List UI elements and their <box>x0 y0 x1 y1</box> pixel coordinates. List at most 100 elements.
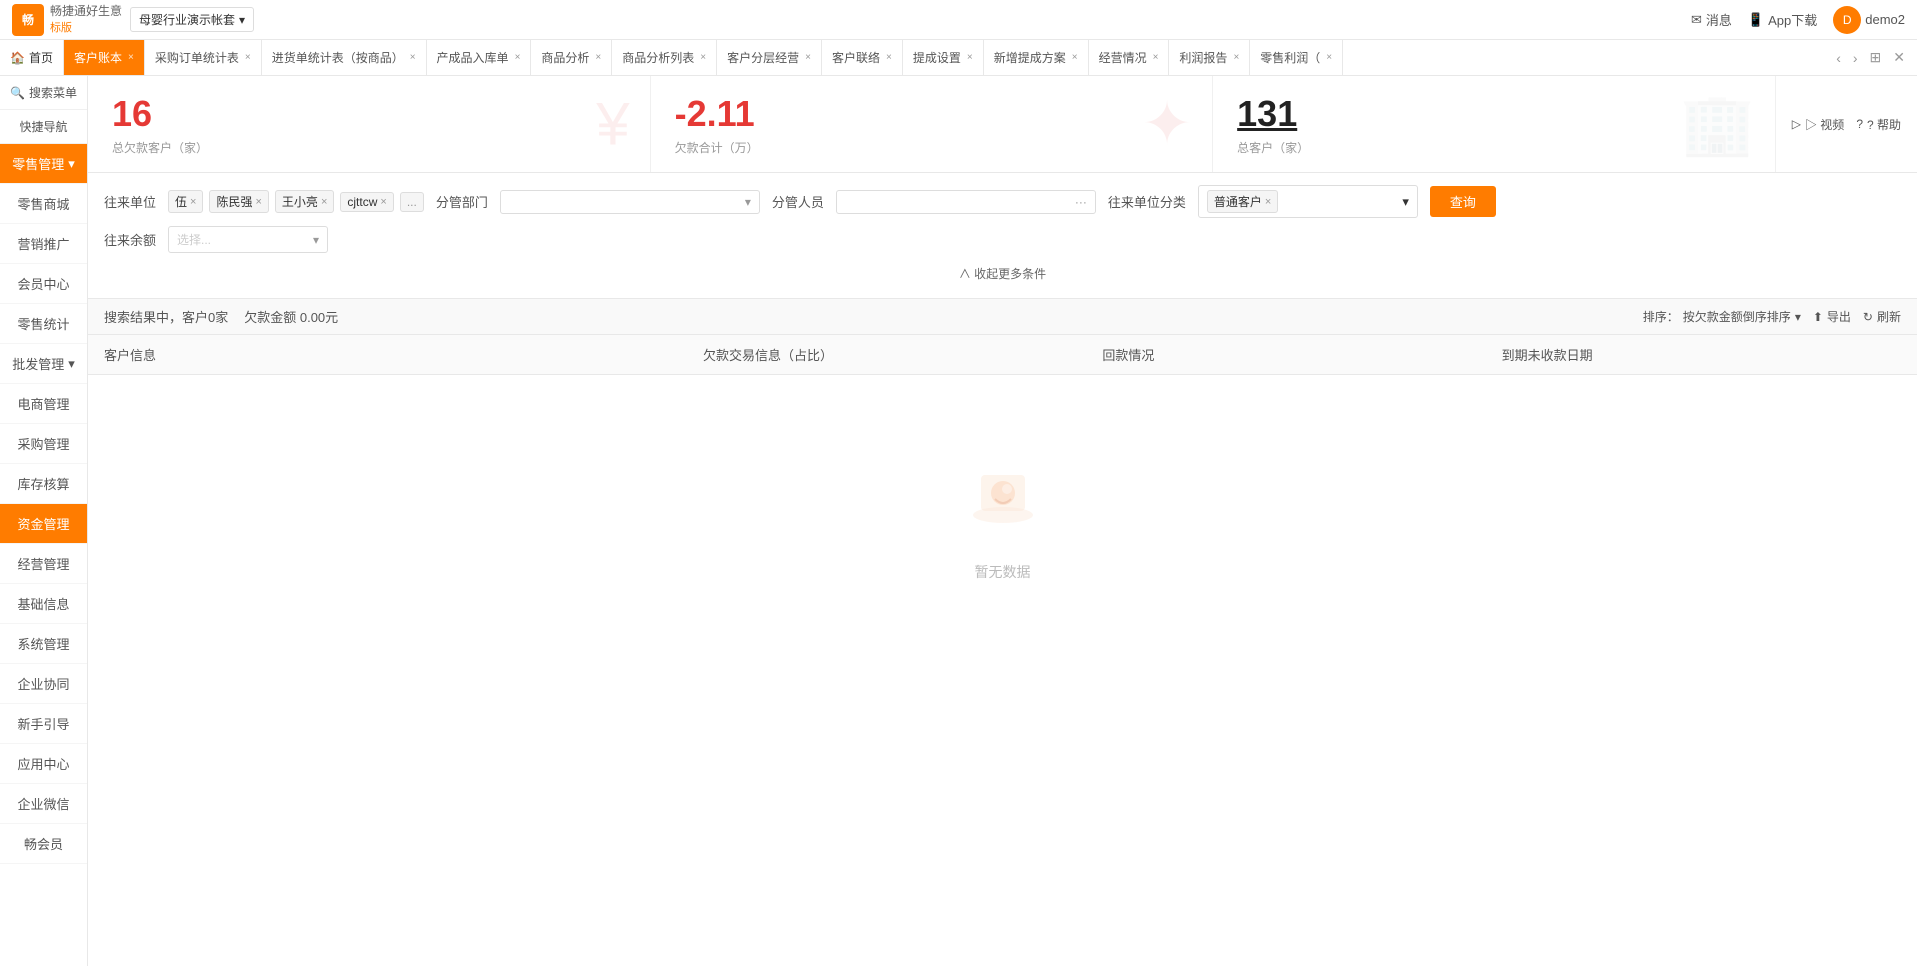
tab-inbound-stats[interactable]: 进货单统计表（按商品） × <box>262 40 427 75</box>
tag-normal-customer[interactable]: 普通客户 × <box>1207 190 1278 213</box>
tab-close-operation[interactable]: × <box>1153 52 1159 63</box>
messages-btn[interactable]: ✉ 消息 <box>1691 10 1732 29</box>
sidebar-item-marketing[interactable]: 营销推广 <box>0 224 87 264</box>
tab-goods-list[interactable]: 商品分析列表 × <box>612 40 717 75</box>
unit-tags: 伍 × 陈民强 × 王小亮 × cjttcw × <box>168 190 424 213</box>
sidebar-item-member2[interactable]: 畅会员 <box>0 824 87 864</box>
sidebar-search[interactable]: 🔍 搜索菜单 <box>0 76 87 110</box>
tab-profit[interactable]: 利润报告 × <box>1169 40 1250 75</box>
sidebar-item-ecommerce[interactable]: 电商管理 <box>0 384 87 424</box>
search-menu-btn[interactable]: 🔍 搜索菜单 <box>8 84 79 101</box>
tag-more[interactable]: ... <box>400 192 424 212</box>
balance-placeholder: 选择... <box>177 231 211 248</box>
tab-close-goods[interactable]: × <box>595 52 601 63</box>
unit-type-select[interactable]: 普通客户 × ▾ <box>1198 185 1418 218</box>
message-icon: ✉ <box>1691 12 1702 28</box>
tab-close-contact[interactable]: × <box>886 52 892 63</box>
tab-purchase-order[interactable]: 采购订单统计表 × <box>145 40 262 75</box>
export-btn[interactable]: ⬆ 导出 <box>1813 308 1851 325</box>
sidebar-item-inventory[interactable]: 库存核算 <box>0 464 87 504</box>
messages-label: 消息 <box>1706 10 1732 29</box>
store-selector[interactable]: 母婴行业演示帐套 ▾ <box>130 7 254 32</box>
nav-prev-btn[interactable]: ‹ <box>1832 48 1845 68</box>
tab-close-new-improvement[interactable]: × <box>1072 52 1078 63</box>
phone-icon: 📱 <box>1748 12 1764 28</box>
tag-wu-close[interactable]: × <box>190 196 196 208</box>
col-debt-info: 欠款交易信息（占比） <box>703 345 1102 364</box>
sidebar-item-finance[interactable]: 资金管理 <box>0 504 87 544</box>
tag-normal-close[interactable]: × <box>1265 196 1271 208</box>
sidebar-item-guide[interactable]: 新手引导 <box>0 704 87 744</box>
tab-close-profit[interactable]: × <box>1233 52 1239 63</box>
query-btn[interactable]: 查询 <box>1430 186 1496 217</box>
tab-new-improvement[interactable]: 新增提成方案 × <box>984 40 1089 75</box>
collapse-btn[interactable]: ∧ 收起更多条件 <box>959 261 1046 286</box>
sidebar-item-retail[interactable]: 零售管理 ▾ <box>0 144 87 184</box>
filter-row-2: 往来余额 选择... ▾ <box>104 226 1901 253</box>
sort-dropdown[interactable]: 排序： 按欠款金额倒序排序 ▾ <box>1643 308 1801 325</box>
unit-type-label: 往来单位分类 <box>1108 192 1186 211</box>
tab-improvement[interactable]: 提成设置 × <box>903 40 984 75</box>
logo-line1: 畅捷通好生意 <box>50 4 122 18</box>
tag-wang[interactable]: 王小亮 × <box>275 190 334 213</box>
empty-state: 暂无数据 <box>88 375 1917 662</box>
tab-customer-layer[interactable]: 客户分层经营 × <box>717 40 822 75</box>
tab-close-goods-list[interactable]: × <box>700 52 706 63</box>
tab-close-inbound[interactable]: × <box>410 52 416 63</box>
sidebar-item-collab[interactable]: 企业协同 <box>0 664 87 704</box>
sidebar-item-system[interactable]: 系统管理 <box>0 624 87 664</box>
sidebar-item-retail-mall[interactable]: 零售商城 <box>0 184 87 224</box>
help-icon: ? <box>1856 117 1863 131</box>
balance-select[interactable]: 选择... ▾ <box>168 226 328 253</box>
user-btn[interactable]: D demo2 <box>1833 6 1905 34</box>
video-link[interactable]: ▷ ▷ 视频 <box>1792 116 1845 133</box>
sidebar-quick-nav[interactable]: 快捷导航 <box>0 110 87 144</box>
tab-cost-inbound[interactable]: 产成品入库单 × <box>427 40 532 75</box>
nav-next-btn[interactable]: › <box>1849 48 1862 68</box>
sidebar-item-retail-stats[interactable]: 零售统计 <box>0 304 87 344</box>
tab-close-cost[interactable]: × <box>515 52 521 63</box>
tab-close-improvement[interactable]: × <box>967 52 973 63</box>
tag-wu[interactable]: 伍 × <box>168 190 203 213</box>
retail-arrow-icon: ▾ <box>68 156 75 172</box>
tab-retail-profit[interactable]: 零售利润（ × <box>1250 40 1343 75</box>
tag-cj-close[interactable]: × <box>380 196 386 208</box>
tag-wang-close[interactable]: × <box>321 196 327 208</box>
app-download-btn[interactable]: 📱 App下载 <box>1748 10 1817 29</box>
wholesale-arrow-icon: ▾ <box>68 356 75 372</box>
tab-customer-contact[interactable]: 客户联络 × <box>822 40 903 75</box>
refresh-btn[interactable]: ↻ 刷新 <box>1863 308 1901 325</box>
sidebar: 🔍 搜索菜单 快捷导航 零售管理 ▾ 零售商城 营销推广 会员中心 零售统计 批… <box>0 76 88 966</box>
sidebar-item-operation-mgmt[interactable]: 经营管理 <box>0 544 87 584</box>
sidebar-item-basic[interactable]: 基础信息 <box>0 584 87 624</box>
stat-value-customers: 16 <box>112 92 152 135</box>
tab-operation[interactable]: 经营情况 × <box>1089 40 1170 75</box>
tab-close-customer-layer[interactable]: × <box>805 52 811 63</box>
tag-cj[interactable]: cjttcw × <box>340 192 393 212</box>
tag-chen-close[interactable]: × <box>255 196 261 208</box>
logo-icon: 畅 <box>12 4 44 36</box>
tab-close-retail[interactable]: × <box>1326 52 1332 63</box>
sidebar-item-app-center[interactable]: 应用中心 <box>0 744 87 784</box>
stat-block-customers: 16 总欠款客户（家） ¥ <box>88 76 651 172</box>
nav-close-all-btn[interactable]: ✕ <box>1889 47 1909 68</box>
sidebar-item-purchase[interactable]: 采购管理 <box>0 424 87 464</box>
top-header: 畅 畅捷通好生意 标版 母婴行业演示帐套 ▾ ✉ 消息 📱 App下载 D de… <box>0 0 1917 40</box>
tab-home[interactable]: 🏠 首页 <box>0 40 64 75</box>
nav-expand-btn[interactable]: ⊞ <box>1866 47 1886 68</box>
dept-select[interactable]: ▾ <box>500 190 760 214</box>
help-link[interactable]: ? ? 帮助 <box>1856 116 1901 133</box>
sidebar-item-wholesale[interactable]: 批发管理 ▾ <box>0 344 87 384</box>
tag-chen[interactable]: 陈民强 × <box>209 190 268 213</box>
search-menu-label: 搜索菜单 <box>29 84 77 101</box>
sidebar-item-wechat[interactable]: 企业微信 <box>0 784 87 824</box>
tab-customer[interactable]: 客户账本 × <box>64 40 145 75</box>
tab-close-customer[interactable]: × <box>128 52 134 63</box>
tab-close-purchase[interactable]: × <box>245 52 251 63</box>
stat-block-debt: -2.11 欠款合计（万） ✦ <box>651 76 1214 172</box>
filter-row-1: 往来单位 伍 × 陈民强 × 王小亮 × cjttcw <box>104 185 1901 218</box>
filter-area: 往来单位 伍 × 陈民强 × 王小亮 × cjttcw <box>88 173 1917 299</box>
tab-goods-analysis[interactable]: 商品分析 × <box>531 40 612 75</box>
sidebar-item-member[interactable]: 会员中心 <box>0 264 87 304</box>
person-select[interactable]: ··· <box>836 190 1096 214</box>
